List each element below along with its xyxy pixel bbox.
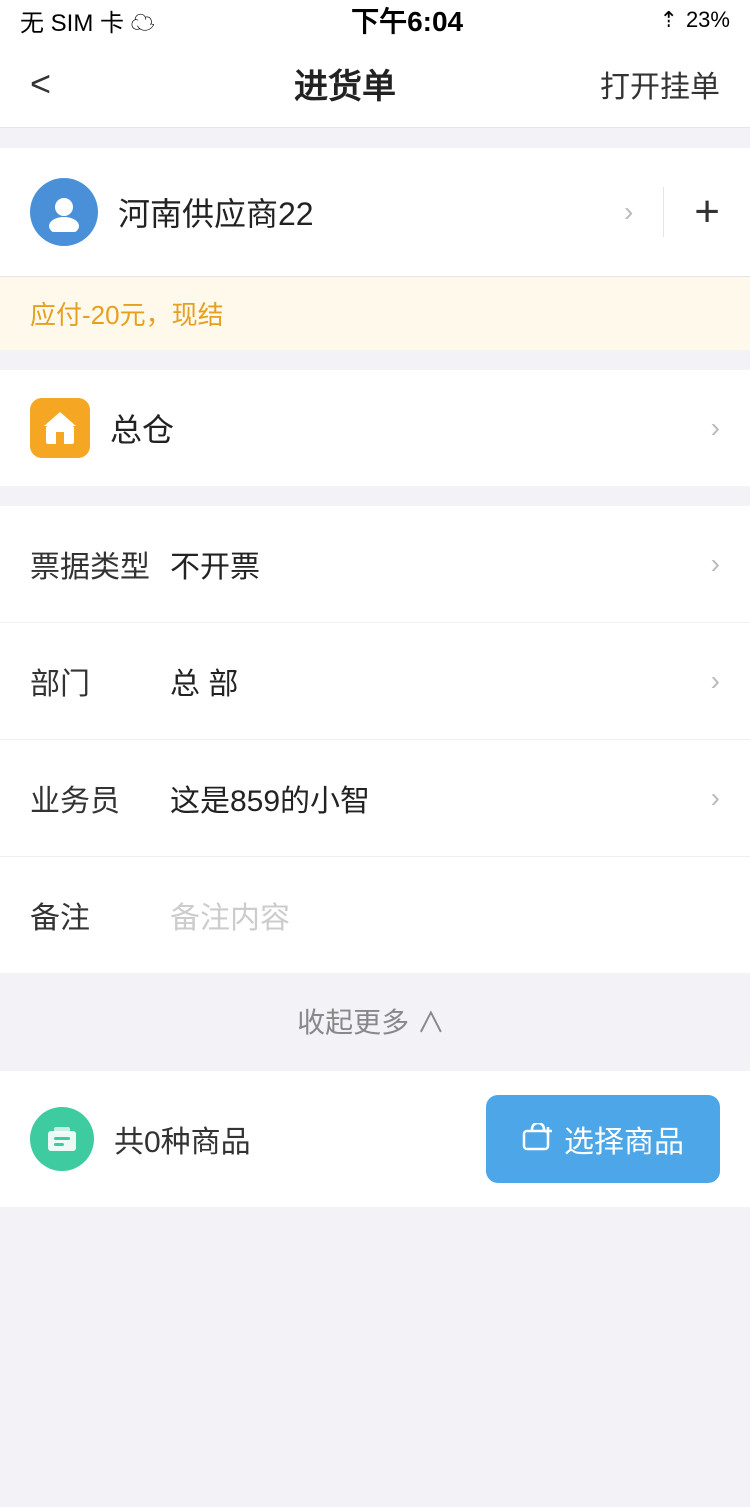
- invoice-type-value: 不开票: [170, 542, 711, 586]
- department-row[interactable]: 部门 总 部 ›: [0, 623, 750, 740]
- invoice-type-row[interactable]: 票据类型 不开票 ›: [0, 506, 750, 623]
- product-count-text: 共0种商品: [114, 1117, 486, 1161]
- salesman-chevron-icon: ›: [711, 782, 720, 814]
- supplier-name: 河南供应商22: [118, 189, 624, 235]
- battery-level: 23%: [686, 7, 730, 33]
- supplier-avatar: [30, 178, 98, 246]
- form-section: 票据类型 不开票 › 部门 总 部 › 业务员 这是859的小智 › 备注 备注…: [0, 506, 750, 973]
- warehouse-row[interactable]: 总仓 ›: [0, 370, 750, 486]
- fill-area: [0, 1207, 750, 1507]
- cart-icon: [522, 1123, 554, 1155]
- back-button[interactable]: <: [30, 63, 90, 105]
- department-chevron-icon: ›: [711, 665, 720, 697]
- notice-bar: 应付-20元，现结: [0, 277, 750, 350]
- collapse-button[interactable]: 收起更多 ∧: [0, 973, 750, 1069]
- salesman-row[interactable]: 业务员 这是859的小智 ›: [0, 740, 750, 857]
- signal-text: 无 SIM 卡 ☁: [20, 3, 155, 38]
- warehouse-name: 总仓: [110, 405, 711, 451]
- product-icon: [30, 1107, 94, 1171]
- warehouse-chevron-icon: ›: [711, 412, 720, 444]
- salesman-value: 这是859的小智: [170, 776, 711, 820]
- supplier-section: 河南供应商22 › + 应付-20元，现结: [0, 148, 750, 350]
- status-bar: 无 SIM 卡 ☁ 下午6:04 ⇡ 23%: [0, 0, 750, 40]
- remark-label: 备注: [30, 893, 170, 937]
- supplier-chevron-icon: ›: [624, 196, 633, 228]
- invoice-type-chevron-icon: ›: [711, 548, 720, 580]
- divider: [663, 187, 664, 237]
- content: 河南供应商22 › + 应付-20元，现结 总仓 › 票据类型 不开票 ›: [0, 148, 750, 1507]
- remark-input[interactable]: 备注内容: [170, 893, 720, 937]
- nav-bar: < 进货单 打开挂单: [0, 40, 750, 128]
- select-product-button[interactable]: 选择商品: [486, 1095, 720, 1183]
- department-value: 总 部: [170, 659, 711, 703]
- supplier-row[interactable]: 河南供应商22 › +: [0, 148, 750, 277]
- warehouse-icon: [30, 398, 90, 458]
- department-label: 部门: [30, 659, 170, 703]
- select-product-label: 选择商品: [564, 1117, 684, 1161]
- collapse-label: 收起更多 ∧: [297, 1001, 445, 1041]
- battery-icon: ⇡: [660, 7, 678, 33]
- status-time: 下午6:04: [351, 0, 463, 40]
- status-right: ⇡ 23%: [660, 7, 730, 33]
- add-supplier-button[interactable]: +: [694, 187, 720, 237]
- remark-row[interactable]: 备注 备注内容: [0, 857, 750, 973]
- invoice-type-label: 票据类型: [30, 542, 170, 586]
- page-title: 进货单: [294, 59, 396, 108]
- open-pending-button[interactable]: 打开挂单: [600, 62, 720, 106]
- status-left: 无 SIM 卡 ☁: [20, 3, 155, 38]
- salesman-label: 业务员: [30, 776, 170, 820]
- warehouse-section[interactable]: 总仓 ›: [0, 370, 750, 486]
- bottom-bar: 共0种商品 选择商品: [0, 1071, 750, 1207]
